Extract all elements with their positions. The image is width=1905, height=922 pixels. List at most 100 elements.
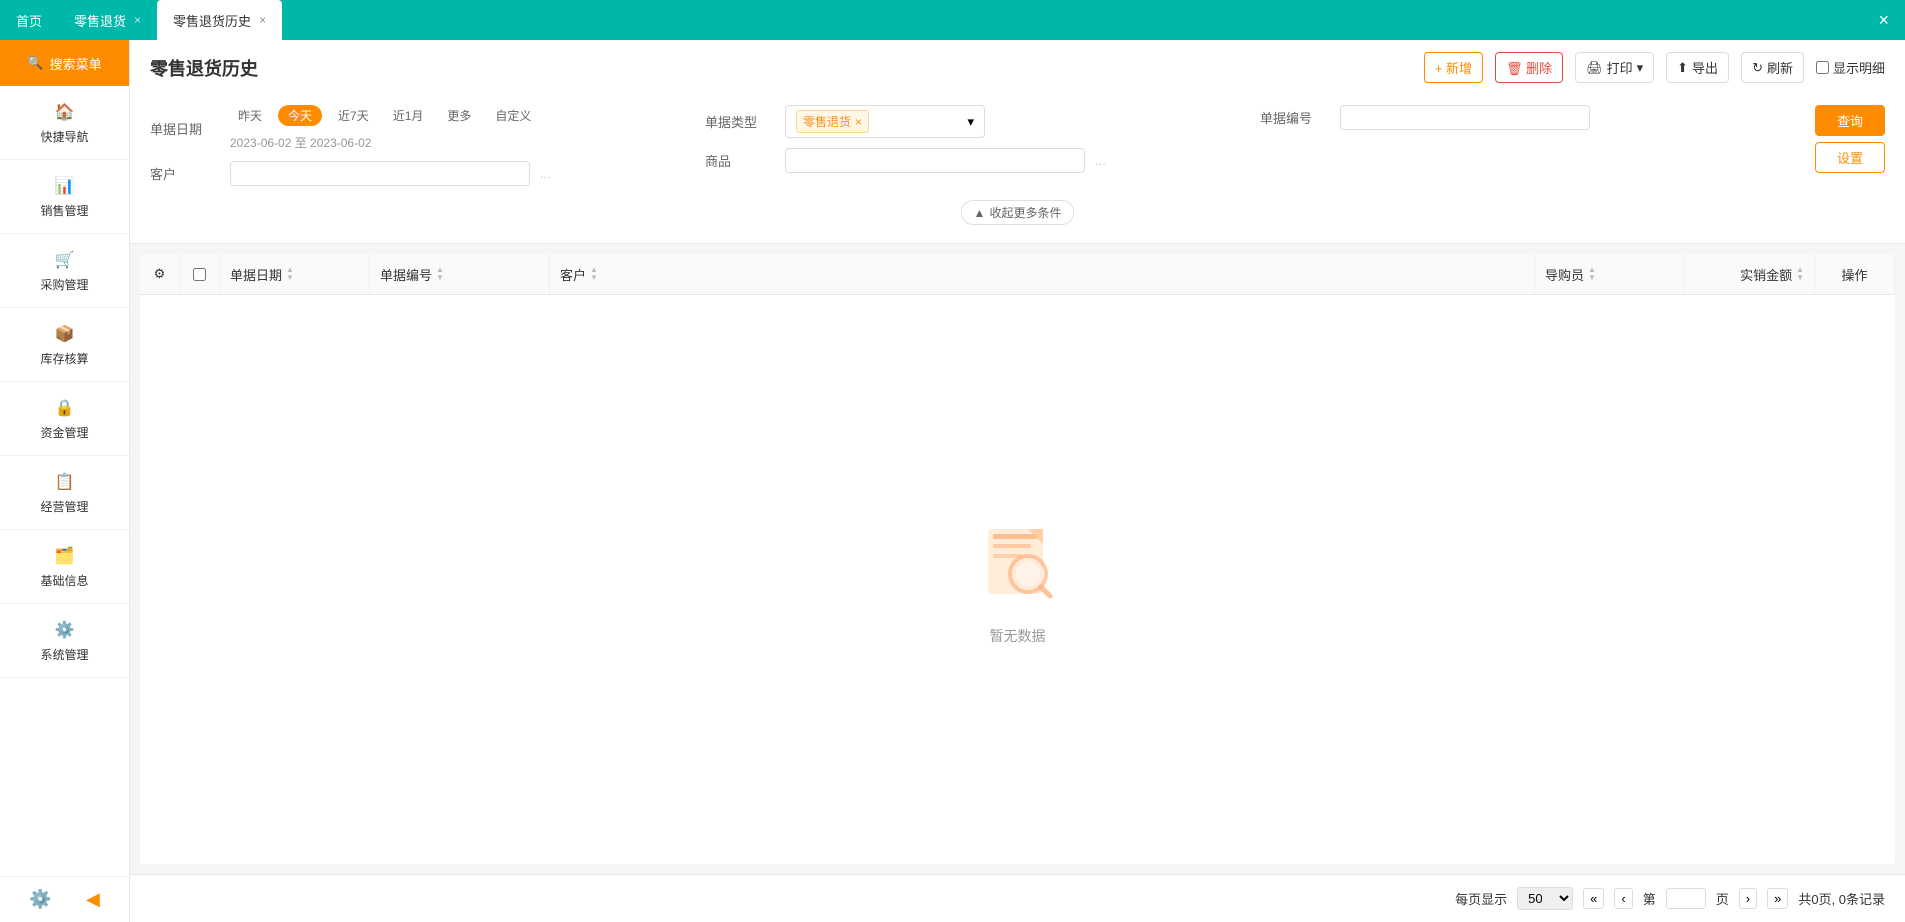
date-range-display: 2023-06-02 至 2023-06-02 (230, 134, 371, 151)
filter-row-customer: 客户 ... (150, 161, 675, 186)
page-title-row: 零售退货历史 + 新增 🗑 删除 🖨 打印 ▾ ⬆ 导出 ↻ (150, 52, 1885, 83)
first-page-button[interactable]: « (1583, 888, 1604, 909)
filter-row-goods: 商品 ... (705, 148, 1230, 173)
refresh-button[interactable]: ↻ 刷新 (1741, 52, 1804, 83)
date-btn-more[interactable]: 更多 (439, 105, 479, 126)
sales-icon: 📊 (53, 174, 77, 198)
filter-row-date: 单据日期 昨天 今天 近7天 近1月 更多 自定义 2023-06-02 至 2… (150, 105, 675, 151)
date-btn-custom[interactable]: 自定义 (487, 105, 539, 126)
print-button[interactable]: 🖨 打印 ▾ (1575, 52, 1654, 83)
page-number-input[interactable]: 1 (1666, 888, 1706, 909)
collapse-button[interactable]: ▲ 收起更多条件 (961, 200, 1075, 225)
th-checkbox[interactable] (180, 254, 220, 294)
sidebar-item-finance[interactable]: 🔒 资金管理 (0, 382, 129, 456)
filter-row-doctype: 单据类型 零售退货 × ▾ (705, 105, 1230, 138)
customer-input-ellipsis: ... (540, 166, 551, 181)
empty-state: 暂无数据 (140, 295, 1895, 864)
tab-retail-return-history[interactable]: 零售退货历史 × (157, 0, 282, 40)
system-icon: ⚙️ (53, 618, 77, 642)
docno-input[interactable] (1340, 105, 1590, 130)
date-btn-7days[interactable]: 近7天 (330, 105, 377, 126)
filter-settings-button[interactable]: 设置 (1815, 142, 1885, 173)
display-detail-toggle[interactable]: 显示明细 (1816, 58, 1885, 77)
settings-bottom-icon[interactable]: ⚙️ (29, 889, 51, 910)
table-header: ⚙ 单据日期 ▲▼ 单据编号 ▲▼ 客户 ▲▼ 导购员 (140, 254, 1895, 295)
new-button[interactable]: + 新增 (1424, 52, 1483, 83)
docno-filter-label: 单据编号 (1260, 108, 1320, 127)
page-suffix: 页 (1716, 889, 1729, 908)
customer-input[interactable] (230, 161, 530, 186)
tab-retail-return[interactable]: 零售退货 × (58, 0, 157, 40)
table-container: ⚙ 单据日期 ▲▼ 单据编号 ▲▼ 客户 ▲▼ 导购员 (140, 254, 1895, 864)
filter-area: 单据日期 昨天 今天 近7天 近1月 更多 自定义 2023-06-02 至 2… (150, 95, 1885, 243)
date-btn-1month[interactable]: 近1月 (385, 105, 432, 126)
amount-sort-icon[interactable]: ▲▼ (1796, 266, 1804, 282)
display-detail-checkbox[interactable] (1816, 61, 1829, 74)
th-date: 单据日期 ▲▼ (220, 254, 370, 294)
th-guide: 导购员 ▲▼ (1535, 254, 1685, 294)
content-area: 零售退货历史 + 新增 🗑 删除 🖨 打印 ▾ ⬆ 导出 ↻ (130, 40, 1905, 922)
per-page-select[interactable]: 50 10 20 100 (1517, 887, 1573, 910)
th-doc-no: 单据编号 ▲▼ (370, 254, 550, 294)
query-button[interactable]: 查询 (1815, 105, 1885, 136)
page-label: 第 (1643, 889, 1656, 908)
docno-sort-icon[interactable]: ▲▼ (436, 266, 444, 282)
prev-page-button[interactable]: ‹ (1614, 888, 1632, 909)
finance-icon: 🔒 (53, 396, 77, 420)
pagination-bar: 每页显示 50 10 20 100 « ‹ 第 1 页 › » 共0页, 0条记… (130, 874, 1905, 922)
th-amount: 实销金额 ▲▼ (1685, 254, 1815, 294)
sidebar-search[interactable]: 🔍 搜索菜单 (0, 40, 129, 86)
empty-state-icon (968, 514, 1068, 614)
goods-input-ellipsis: ... (1095, 153, 1106, 168)
close-tab-retail-return-history[interactable]: × (259, 13, 266, 27)
doctype-filter-label: 单据类型 (705, 112, 765, 131)
refresh-icon: ↻ (1752, 60, 1763, 76)
action-buttons: 查询 设置 (1815, 105, 1885, 173)
date-btn-yesterday[interactable]: 昨天 (230, 105, 270, 126)
export-button[interactable]: ⬆ 导出 (1666, 52, 1729, 83)
date-sort-icon[interactable]: ▲▼ (286, 266, 294, 282)
sidebar-bottom: ⚙️ ◀ (0, 876, 129, 922)
last-page-button[interactable]: » (1767, 888, 1788, 909)
print-icon: 🖨 (1586, 60, 1603, 76)
page-title: 零售退货历史 (150, 55, 258, 81)
top-bar: 首页 零售退货 × 零售退货历史 × × (0, 0, 1905, 40)
sidebar-item-system[interactable]: ⚙️ 系统管理 (0, 604, 129, 678)
next-page-button[interactable]: › (1739, 888, 1757, 909)
collapse-sidebar-icon[interactable]: ◀ (86, 889, 100, 910)
close-tab-retail-return[interactable]: × (134, 13, 141, 27)
toolbar: + 新增 🗑 删除 🖨 打印 ▾ ⬆ 导出 ↻ 刷新 (1424, 52, 1885, 83)
export-icon: ⬆ (1677, 60, 1688, 76)
sidebar-item-basic-info[interactable]: 🗂️ 基础信息 (0, 530, 129, 604)
collapse-icon: ▲ (974, 206, 986, 220)
th-settings[interactable]: ⚙ (140, 254, 180, 294)
print-dropdown-icon: ▾ (1637, 60, 1644, 76)
guide-sort-icon[interactable]: ▲▼ (1588, 266, 1596, 282)
customer-sort-icon[interactable]: ▲▼ (590, 266, 598, 282)
date-filter-label: 单据日期 (150, 119, 210, 138)
doctype-tag-close[interactable]: × (855, 115, 862, 129)
purchase-icon: 🛒 (53, 248, 77, 272)
home-icon: 🏠 (53, 100, 77, 124)
date-btn-today[interactable]: 今天 (278, 105, 322, 126)
operations-icon: 📋 (53, 470, 77, 494)
sidebar-item-quick-nav[interactable]: 🏠 快捷导航 (0, 86, 129, 160)
sidebar-item-operations[interactable]: 📋 经营管理 (0, 456, 129, 530)
column-settings-icon[interactable]: ⚙ (154, 266, 166, 282)
doctype-dropdown-icon: ▾ (967, 114, 974, 130)
sidebar-item-sales[interactable]: 📊 销售管理 (0, 160, 129, 234)
select-all-checkbox[interactable] (193, 268, 206, 281)
th-customer: 客户 ▲▼ (550, 254, 1535, 294)
basic-info-icon: 🗂️ (53, 544, 77, 568)
window-close-button[interactable]: × (1878, 10, 1889, 31)
tab-home[interactable]: 首页 (0, 0, 58, 40)
goods-filter-label: 商品 (705, 151, 765, 170)
main-layout: 🔍 搜索菜单 🏠 快捷导航 📊 销售管理 🛒 采购管理 📦 库存核算 🔒 资金管… (0, 40, 1905, 922)
inventory-icon: 📦 (53, 322, 77, 346)
doctype-select[interactable]: 零售退货 × ▾ (785, 105, 985, 138)
sidebar-item-inventory[interactable]: 📦 库存核算 (0, 308, 129, 382)
sidebar-item-purchase[interactable]: 🛒 采购管理 (0, 234, 129, 308)
goods-input[interactable] (785, 148, 1085, 173)
delete-button[interactable]: 🗑 删除 (1495, 52, 1563, 83)
page-header: 零售退货历史 + 新增 🗑 删除 🖨 打印 ▾ ⬆ 导出 ↻ (130, 40, 1905, 244)
